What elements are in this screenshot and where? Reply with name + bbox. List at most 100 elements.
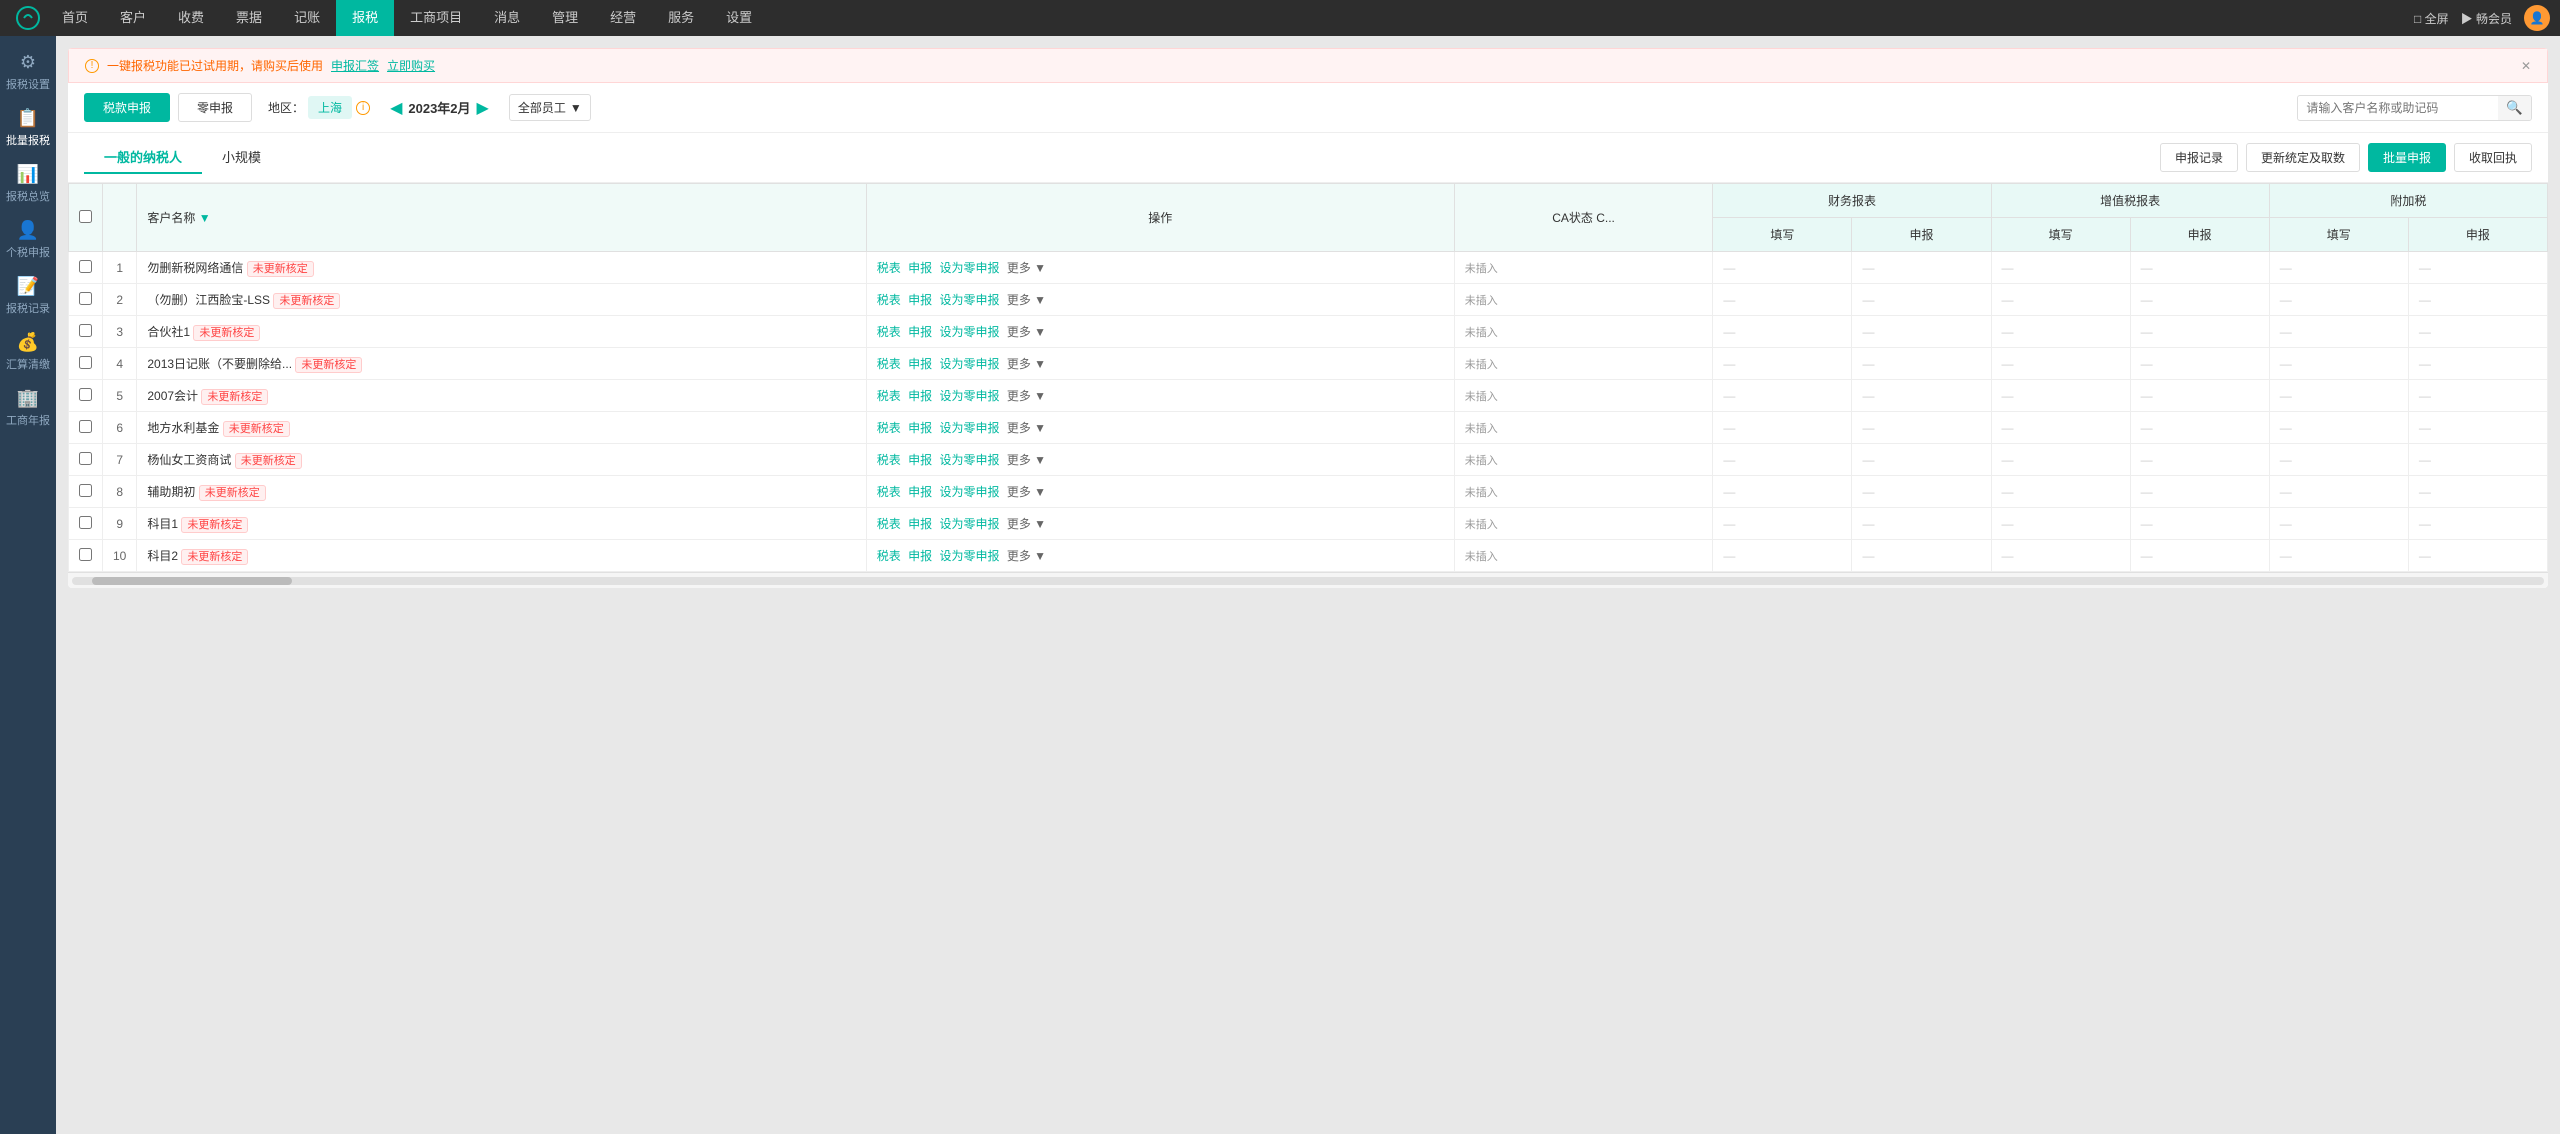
nav-item-home[interactable]: 首页	[46, 0, 104, 36]
op-set-zero[interactable]: 设为零申报	[939, 389, 999, 403]
sub-tab-small[interactable]: 小规模	[202, 141, 281, 174]
op-set-zero[interactable]: 设为零申报	[939, 485, 999, 499]
op-more[interactable]: 更多 ▼	[1007, 453, 1046, 467]
row-operations: 税表 申报 设为零申报 更多 ▼	[866, 348, 1454, 380]
fullscreen-btn[interactable]: □ 全屏	[2414, 10, 2449, 27]
date-next-btn[interactable]: ▶	[477, 98, 489, 118]
nav-item-business[interactable]: 工商项目	[394, 0, 478, 36]
tab-zero-declare[interactable]: 零申报	[178, 93, 252, 122]
nav-item-message[interactable]: 消息	[478, 0, 536, 36]
client-name-text: 科目2	[147, 549, 178, 563]
op-tax-form[interactable]: 税表	[877, 389, 901, 403]
status-badge: 未更新核定	[247, 261, 314, 277]
op-more[interactable]: 更多 ▼	[1007, 421, 1046, 435]
row-select-checkbox[interactable]	[79, 516, 92, 529]
sort-icon[interactable]: ▼	[199, 211, 211, 225]
search-input[interactable]	[2298, 97, 2498, 119]
op-more[interactable]: 更多 ▼	[1007, 325, 1046, 339]
nav-item-settings[interactable]: 设置	[710, 0, 768, 36]
sidebar-item-annual-settlement[interactable]: 💰 汇算清缴	[0, 324, 56, 380]
nav-item-accounting[interactable]: 记账	[278, 0, 336, 36]
op-declare[interactable]: 申报	[908, 549, 932, 563]
banner-link-buy[interactable]: 立即购买	[387, 57, 435, 74]
row-select-checkbox[interactable]	[79, 356, 92, 369]
select-all-checkbox[interactable]	[79, 210, 92, 223]
date-prev-btn[interactable]: ◀	[390, 98, 402, 118]
op-declare[interactable]: 申报	[908, 453, 932, 467]
row-select-checkbox[interactable]	[79, 324, 92, 337]
nav-item-tax[interactable]: 报税	[336, 0, 394, 36]
op-tax-form[interactable]: 税表	[877, 517, 901, 531]
nav-item-client[interactable]: 客户	[104, 0, 162, 36]
op-more[interactable]: 更多 ▼	[1007, 389, 1046, 403]
user-avatar[interactable]: 👤	[2524, 5, 2550, 31]
scrollbar-thumb[interactable]	[92, 577, 292, 585]
op-more[interactable]: 更多 ▼	[1007, 357, 1046, 371]
search-button[interactable]: 🔍	[2498, 96, 2531, 120]
op-declare[interactable]: 申报	[908, 421, 932, 435]
row-select-checkbox[interactable]	[79, 484, 92, 497]
sidebar-item-tax-settings[interactable]: ⚙ 报税设置	[0, 44, 56, 100]
nav-item-fee[interactable]: 收费	[162, 0, 220, 36]
banner-close-btn[interactable]: ✕	[2521, 59, 2531, 73]
op-set-zero[interactable]: 设为零申报	[939, 293, 999, 307]
op-tax-form[interactable]: 税表	[877, 421, 901, 435]
op-tax-form[interactable]: 税表	[877, 325, 901, 339]
op-set-zero[interactable]: 设为零申报	[939, 261, 999, 275]
row-select-checkbox[interactable]	[79, 452, 92, 465]
sub-tab-general[interactable]: 一般的纳税人	[84, 141, 202, 174]
row-ca-status: 未插入	[1454, 316, 1713, 348]
op-tax-form[interactable]: 税表	[877, 293, 901, 307]
horizontal-scrollbar[interactable]	[68, 572, 2548, 588]
sidebar-item-batch-tax[interactable]: 📋 批量报税	[0, 100, 56, 156]
sidebar-item-tax-records[interactable]: 📝 报税记录	[0, 268, 56, 324]
op-set-zero[interactable]: 设为零申报	[939, 357, 999, 371]
op-more[interactable]: 更多 ▼	[1007, 293, 1046, 307]
btn-collect-receipt[interactable]: 收取回执	[2454, 143, 2532, 172]
op-set-zero[interactable]: 设为零申报	[939, 325, 999, 339]
location-info-icon[interactable]: i	[356, 101, 370, 115]
btn-batch-declare[interactable]: 批量申报	[2368, 143, 2446, 172]
nav-item-service[interactable]: 服务	[652, 0, 710, 36]
op-declare[interactable]: 申报	[908, 261, 932, 275]
row-select-checkbox[interactable]	[79, 420, 92, 433]
row-select-checkbox[interactable]	[79, 388, 92, 401]
row-select-checkbox[interactable]	[79, 548, 92, 561]
btn-update-fetch[interactable]: 更新统定及取数	[2246, 143, 2360, 172]
table-row: 2 （勿删）江西脸宝-LSS 未更新核定 税表 申报 设为零申报 更多 ▼ 未插…	[69, 284, 2548, 316]
vip-btn[interactable]: ▶ 畅会员	[2461, 10, 2512, 27]
table-body: 1 勿删新税网络通信 未更新核定 税表 申报 设为零申报 更多 ▼ 未插入 — …	[69, 252, 2548, 572]
op-more[interactable]: 更多 ▼	[1007, 549, 1046, 563]
sidebar-item-annual-report[interactable]: 🏢 工商年报	[0, 380, 56, 436]
op-more[interactable]: 更多 ▼	[1007, 261, 1046, 275]
op-more[interactable]: 更多 ▼	[1007, 517, 1046, 531]
sidebar-item-tax-overview[interactable]: 📊 报税总览	[0, 156, 56, 212]
op-declare[interactable]: 申报	[908, 293, 932, 307]
tab-tax-declare[interactable]: 税款申报	[84, 93, 170, 122]
op-more[interactable]: 更多 ▼	[1007, 485, 1046, 499]
op-tax-form[interactable]: 税表	[877, 453, 901, 467]
banner-link-report[interactable]: 申报汇签	[331, 57, 379, 74]
row-select-checkbox[interactable]	[79, 292, 92, 305]
row-select-checkbox[interactable]	[79, 260, 92, 273]
btn-declare-records[interactable]: 申报记录	[2160, 143, 2238, 172]
op-tax-form[interactable]: 税表	[877, 549, 901, 563]
op-set-zero[interactable]: 设为零申报	[939, 549, 999, 563]
op-tax-form[interactable]: 税表	[877, 261, 901, 275]
op-declare[interactable]: 申报	[908, 389, 932, 403]
op-set-zero[interactable]: 设为零申报	[939, 517, 999, 531]
op-tax-form[interactable]: 税表	[877, 485, 901, 499]
nav-item-operation[interactable]: 经营	[594, 0, 652, 36]
sidebar-item-personal-tax[interactable]: 👤 个税申报	[0, 212, 56, 268]
op-declare[interactable]: 申报	[908, 325, 932, 339]
op-set-zero[interactable]: 设为零申报	[939, 453, 999, 467]
op-tax-form[interactable]: 税表	[877, 357, 901, 371]
op-declare[interactable]: 申报	[908, 517, 932, 531]
row-tax-declare: —	[2130, 476, 2269, 508]
op-declare[interactable]: 申报	[908, 357, 932, 371]
nav-item-manage[interactable]: 管理	[536, 0, 594, 36]
op-set-zero[interactable]: 设为零申报	[939, 421, 999, 435]
op-declare[interactable]: 申报	[908, 485, 932, 499]
nav-item-invoice[interactable]: 票据	[220, 0, 278, 36]
dept-select[interactable]: 全部员工 ▼	[509, 94, 591, 121]
